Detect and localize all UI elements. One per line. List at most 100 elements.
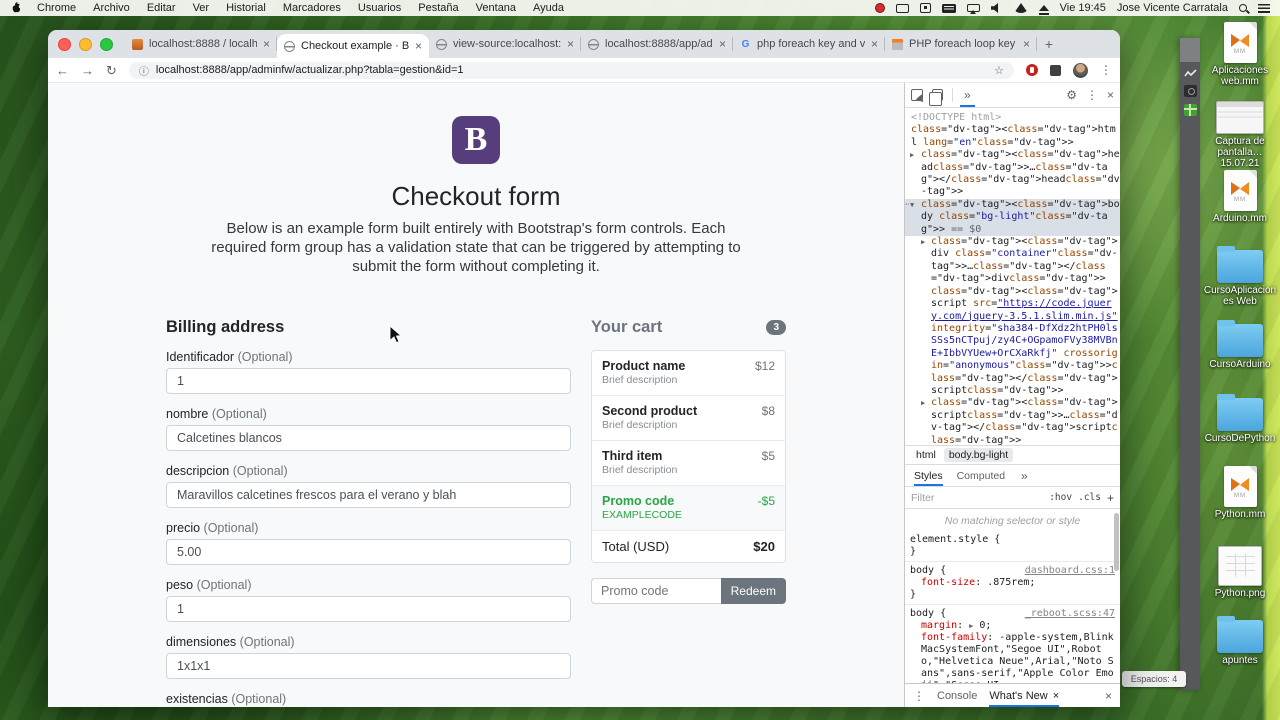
field-input[interactable] — [166, 425, 571, 451]
notification-center-icon[interactable] — [1258, 3, 1270, 13]
menubar-item[interactable]: Pestaña — [418, 2, 458, 14]
tab-close-icon[interactable]: × — [1023, 38, 1030, 50]
styles-filter-input[interactable]: Filter — [911, 492, 1043, 504]
css-rule[interactable]: body {_reboot.scss:47 margin: ▶ 0; font-fa… — [905, 604, 1120, 683]
desktop-icon[interactable]: CursoDePython — [1202, 392, 1278, 466]
browser-tab[interactable]: Gphp foreach key and value - B × — [733, 30, 885, 58]
promo-code-input[interactable] — [591, 578, 721, 604]
status-icon[interactable] — [919, 3, 931, 13]
bookmark-star-icon[interactable]: ☆ — [994, 64, 1004, 77]
menubar-item[interactable]: Ayuda — [533, 2, 564, 14]
url-text[interactable]: localhost:8888/app/adminfw/actualizar.ph… — [156, 64, 464, 76]
dom-tree-line[interactable]: ▶ class="dv-tag"><class="dv-tag">div clas… — [905, 236, 1120, 286]
status-icon[interactable] — [874, 3, 885, 13]
breadcrumb-item[interactable]: html — [911, 448, 941, 462]
menubar-item[interactable]: Editar — [147, 2, 176, 14]
minimize-window-button[interactable] — [79, 37, 92, 51]
elements-tree[interactable]: <!DOCTYPE html> class="dv-tag"><class="dv… — [905, 108, 1120, 445]
style-toggle-button[interactable]: :hov — [1049, 492, 1072, 503]
desktop-icon[interactable]: apuntes — [1202, 614, 1278, 688]
field-input[interactable] — [166, 596, 571, 622]
zoom-window-button[interactable] — [100, 37, 113, 51]
menubar-item[interactable]: Archivo — [93, 2, 130, 14]
dom-tree-line[interactable]: ▶ class="dv-tag"><class="dv-tag">headclas… — [905, 149, 1120, 199]
css-source-link[interactable]: dashboard.css:1 — [1025, 565, 1115, 577]
panel-tabs-more-icon[interactable]: » — [1019, 469, 1030, 483]
reload-button[interactable]: ↻ — [106, 64, 117, 77]
dom-tree-line[interactable]: class="dv-tag"><class="dv-tag">html lang… — [905, 124, 1120, 149]
devtools-settings-icon[interactable]: ⚙ — [1066, 89, 1077, 101]
menubar-clock[interactable]: Vie 19:45 — [1060, 2, 1106, 14]
chrome-menu-icon[interactable]: ⋮ — [1100, 63, 1112, 77]
desktop-icon[interactable]: Python.png — [1202, 540, 1278, 614]
field-input[interactable] — [166, 653, 571, 679]
devtools-menu-icon[interactable]: ⋮ — [1086, 89, 1098, 101]
css-rule[interactable]: body {dashboard.css:1 font-size: .875rem;… — [905, 561, 1120, 604]
tab-close-icon[interactable]: × — [415, 40, 422, 52]
breadcrumb-item[interactable]: body.bg-light — [943, 448, 1014, 462]
new-style-rule-icon[interactable]: + — [1107, 491, 1114, 505]
field-input[interactable] — [166, 482, 571, 508]
new-tab-button[interactable]: + — [1037, 36, 1061, 52]
desktop-icon[interactable]: CursoAplicaciones Web — [1202, 244, 1278, 318]
address-bar[interactable]: ⓘ localhost:8888/app/adminfw/actualizar.… — [128, 61, 1014, 79]
style-toggle-button[interactable]: .cls — [1078, 492, 1101, 503]
panel-tab-computed[interactable]: Computed — [957, 465, 1005, 486]
desktop-icon[interactable]: MM Python.mm — [1202, 466, 1278, 540]
menubar-username[interactable]: Jose Vicente Carratala — [1117, 2, 1228, 14]
dom-tree-line[interactable]: class="dv-tag"><class="dv-tag">script sr… — [905, 286, 1120, 398]
activity-icon[interactable] — [1183, 66, 1197, 78]
desktop-icon[interactable]: Captura de pantalla…15.07.21 — [1202, 96, 1278, 170]
gift-icon[interactable] — [1183, 104, 1197, 116]
menubar-item[interactable]: Chrome — [37, 2, 76, 14]
browser-tab[interactable]: view-source:localhost:8888/a × — [429, 30, 581, 58]
menubar-item[interactable]: Ver — [193, 2, 210, 14]
dom-tree-line[interactable]: ⋯ ▼ class="dv-tag"><class="dv-tag">body cl… — [905, 198, 1120, 237]
css-rule[interactable]: element.style {} — [905, 531, 1120, 561]
device-toolbar-icon[interactable] — [929, 89, 943, 106]
spotlight-search-icon[interactable] — [1239, 4, 1247, 12]
devtools-close-icon[interactable]: × — [1107, 89, 1114, 101]
camera-icon[interactable] — [1183, 85, 1197, 97]
tab-close-icon[interactable]: × — [871, 38, 878, 50]
profile-avatar[interactable] — [1073, 62, 1088, 78]
drawer-menu-icon[interactable]: ⋮ — [913, 690, 925, 702]
css-source-link[interactable]: _reboot.scss:47 — [1025, 608, 1115, 620]
dom-tree-line[interactable]: <!DOCTYPE html> — [905, 112, 1120, 124]
panel-tab-styles[interactable]: Styles — [914, 465, 943, 486]
menubar-item[interactable]: Usuarios — [358, 2, 401, 14]
back-button[interactable]: ← — [56, 64, 69, 77]
status-icon[interactable] — [966, 4, 980, 14]
more-panels-icon[interactable]: » — [960, 88, 975, 107]
menubar-item[interactable]: Marcadores — [283, 2, 341, 14]
tab-close-icon[interactable]: × — [567, 38, 574, 50]
site-info-icon[interactable]: ⓘ — [139, 63, 149, 78]
tab-close-icon[interactable]: × — [263, 38, 270, 50]
tab-close-icon[interactable]: × — [719, 38, 726, 50]
browser-tab[interactable]: Checkout example · Bootstrap × — [277, 34, 429, 58]
close-window-button[interactable] — [58, 37, 71, 51]
status-icon[interactable] — [1013, 3, 1028, 13]
desktop-icon[interactable]: CursoArduino — [1202, 318, 1278, 392]
adblock-extension-icon[interactable] — [1026, 64, 1038, 76]
drawer-tab[interactable]: What's New × — [989, 684, 1059, 707]
extensions-icon[interactable] — [1050, 64, 1061, 76]
apple-menu-icon[interactable] — [10, 1, 21, 16]
status-icon[interactable] — [941, 3, 956, 13]
status-icon[interactable] — [895, 3, 909, 13]
field-input[interactable] — [166, 368, 571, 394]
styles-pane[interactable]: No matching selector or style element.st… — [905, 509, 1120, 683]
redeem-button[interactable]: Redeem — [720, 578, 786, 604]
field-input[interactable] — [166, 539, 571, 565]
drawer-close-icon[interactable]: × — [1105, 689, 1112, 703]
desktop-icon[interactable]: MM Aplicaciones web.mm — [1202, 22, 1278, 96]
menubar-item[interactable]: Ventana — [476, 2, 516, 14]
dom-tree-line[interactable]: ▶ class="dv-tag"><class="dv-tag">scriptcl… — [905, 397, 1120, 445]
browser-tab[interactable]: localhost:8888/app/admin/ind × — [581, 30, 733, 58]
drawer-tab-close-icon[interactable]: × — [1053, 690, 1059, 702]
browser-tab[interactable]: localhost:8888 / localhost / cu × — [125, 30, 277, 58]
forward-button[interactable]: → — [81, 64, 94, 77]
styles-scrollbar[interactable] — [1114, 513, 1119, 571]
desktop-icon[interactable]: MM Arduino.mm — [1202, 170, 1278, 244]
status-icon[interactable] — [990, 3, 999, 13]
